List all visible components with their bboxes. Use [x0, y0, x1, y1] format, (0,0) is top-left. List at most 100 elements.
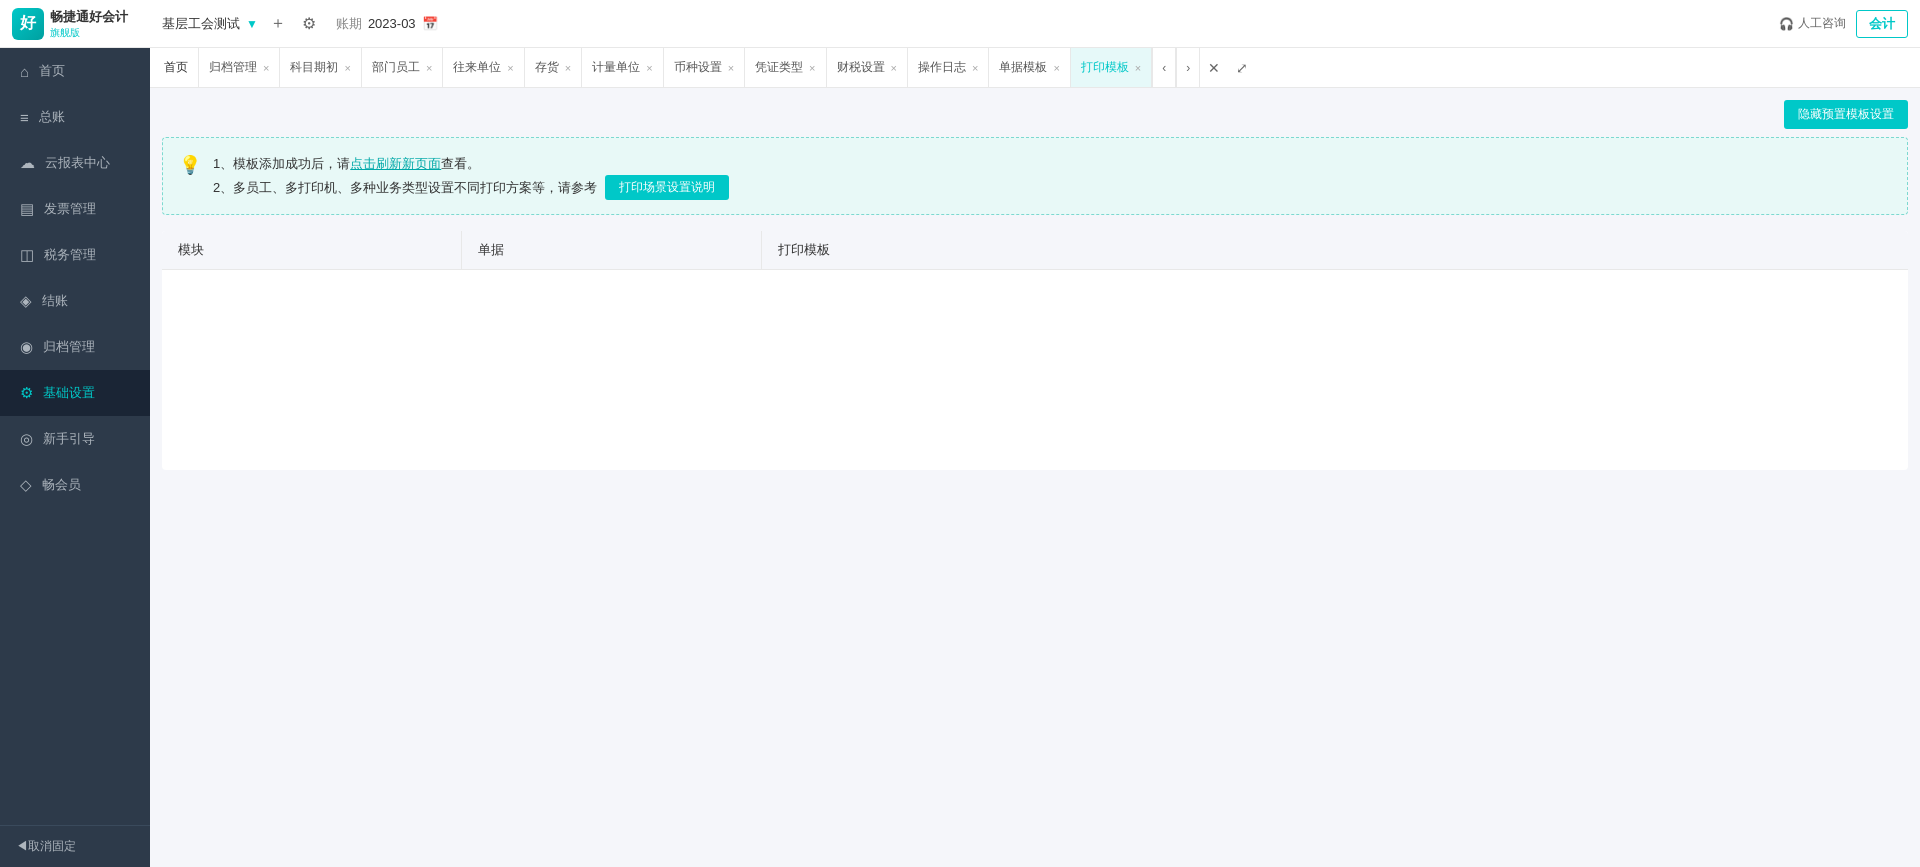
sidebar: ⌂ 首页 ≡ 总账 ☁ 云报表中心 ▤ 发票管理 ◫ 税务管理 ◈ 结账 ◉ 归… [0, 48, 150, 867]
sidebar-label-guide: 新手引导 [43, 430, 95, 448]
refresh-link[interactable]: 点击刷新新页面 [350, 156, 441, 171]
sidebar-label-settlement: 结账 [42, 292, 68, 310]
tab-dept-close[interactable]: × [426, 62, 432, 74]
hide-template-button[interactable]: 隐藏预置模板设置 [1784, 100, 1908, 129]
tab-currency-close[interactable]: × [728, 62, 734, 74]
tab-receipt[interactable]: 单据模板 × [989, 48, 1070, 88]
tab-print[interactable]: 打印模板 × [1071, 48, 1152, 88]
tab-inventory-label: 存货 [535, 59, 559, 76]
tab-print-close[interactable]: × [1135, 62, 1141, 74]
sidebar-item-guide[interactable]: ◎ 新手引导 [0, 416, 150, 462]
period-label: 账期 [336, 15, 362, 33]
tab-oplog[interactable]: 操作日志 × [908, 48, 989, 88]
logo-icon: 好 [12, 8, 44, 40]
info-content: 1、模板添加成功后，请点击刷新新页面查看。 2、多员工、多打印机、多种业务类型设… [213, 152, 729, 200]
guide-icon: ◎ [20, 430, 33, 448]
tab-currency[interactable]: 币种设置 × [664, 48, 745, 88]
tab-tax-setting[interactable]: 财税设置 × [827, 48, 908, 88]
home-icon: ⌂ [20, 63, 29, 80]
table-body [162, 270, 1908, 470]
settings-button[interactable]: ⚙ [298, 10, 320, 37]
tab-inventory[interactable]: 存货 × [525, 48, 582, 88]
tab-voucher[interactable]: 凭证类型 × [745, 48, 826, 88]
sidebar-label-home: 首页 [39, 62, 65, 80]
col-print-template: 打印模板 [762, 231, 1908, 269]
ledger-icon: ≡ [20, 109, 29, 126]
service-button[interactable]: 🎧 人工咨询 [1779, 15, 1846, 32]
tab-voucher-close[interactable]: × [809, 62, 815, 74]
member-icon: ◇ [20, 476, 32, 494]
tab-voucher-label: 凭证类型 [755, 59, 803, 76]
tab-receipt-label: 单据模板 [999, 59, 1047, 76]
tab-oplog-close[interactable]: × [972, 62, 978, 74]
tab-unit-label: 计量单位 [592, 59, 640, 76]
sidebar-item-ledger[interactable]: ≡ 总账 [0, 94, 150, 140]
sidebar-item-invoice[interactable]: ▤ 发票管理 [0, 186, 150, 232]
tab-dept[interactable]: 部门员工 × [362, 48, 443, 88]
cloud-icon: ☁ [20, 154, 35, 172]
info-line1: 1、模板添加成功后，请点击刷新新页面查看。 [213, 152, 729, 175]
company-dropdown-arrow: ▼ [246, 17, 258, 31]
tab-oplog-label: 操作日志 [918, 59, 966, 76]
sidebar-item-home[interactable]: ⌂ 首页 [0, 48, 150, 94]
tab-home[interactable]: 首页 [154, 48, 199, 88]
sidebar-item-basic[interactable]: ⚙ 基础设置 [0, 370, 150, 416]
kuaiji-button[interactable]: 会计 [1856, 10, 1908, 38]
tab-currency-label: 币种设置 [674, 59, 722, 76]
tab-home-label: 首页 [164, 59, 188, 76]
data-table: 模块 单据 打印模板 [162, 231, 1908, 470]
service-label: 人工咨询 [1798, 15, 1846, 32]
app-title: 畅捷通好会计 [50, 8, 128, 26]
logo-area: 好 畅捷通好会计 旗舰版 [12, 8, 162, 40]
logo-text-area: 畅捷通好会计 旗舰版 [50, 8, 128, 40]
headset-icon: 🎧 [1779, 17, 1794, 31]
tab-close-all-button[interactable]: ✕ [1200, 48, 1228, 88]
company-name: 基层工会测试 [162, 15, 240, 33]
invoice-icon: ▤ [20, 200, 34, 218]
tab-subject-close[interactable]: × [344, 62, 350, 74]
tab-archive[interactable]: 归档管理 × [199, 48, 280, 88]
tax-icon: ◫ [20, 246, 34, 264]
explain-button[interactable]: 打印场景设置说明 [605, 175, 729, 200]
tab-prev-button[interactable]: ‹ [1152, 48, 1176, 88]
tab-bar: 首页 归档管理 × 科目期初 × 部门员工 × 往来单位 × 存货 × [150, 48, 1920, 88]
tab-archive-close[interactable]: × [263, 62, 269, 74]
tab-receipt-close[interactable]: × [1053, 62, 1059, 74]
tab-supplier[interactable]: 往来单位 × [443, 48, 524, 88]
sidebar-item-archive[interactable]: ◉ 归档管理 [0, 324, 150, 370]
add-tab-button[interactable]: ＋ [266, 9, 290, 38]
sidebar-item-member[interactable]: ◇ 畅会员 [0, 462, 150, 508]
tab-inventory-close[interactable]: × [565, 62, 571, 74]
sidebar-item-tax[interactable]: ◫ 税务管理 [0, 232, 150, 278]
settlement-icon: ◈ [20, 292, 32, 310]
settings-icon: ⚙ [20, 384, 33, 402]
tab-subject[interactable]: 科目期初 × [280, 48, 361, 88]
sidebar-label-reports: 云报表中心 [45, 154, 110, 172]
calendar-icon[interactable]: 📅 [422, 16, 438, 31]
top-bar-actions: ＋ ⚙ [266, 9, 320, 38]
page-content: 隐藏预置模板设置 💡 1、模板添加成功后，请点击刷新新页面查看。 2、多员工、多… [150, 88, 1920, 867]
table-header: 模块 单据 打印模板 [162, 231, 1908, 270]
company-selector[interactable]: 基层工会测试 ▼ [162, 15, 258, 33]
tab-print-label: 打印模板 [1081, 59, 1129, 76]
sidebar-item-reports[interactable]: ☁ 云报表中心 [0, 140, 150, 186]
sidebar-item-settlement[interactable]: ◈ 结账 [0, 278, 150, 324]
info-line1-suffix: 查看。 [441, 156, 480, 171]
top-bar-right: 🎧 人工咨询 会计 [1779, 10, 1908, 38]
tab-expand-button[interactable]: ⤢ [1228, 48, 1256, 88]
tab-supplier-close[interactable]: × [507, 62, 513, 74]
unpin-button[interactable]: ◀取消固定 [0, 825, 150, 867]
info-box: 💡 1、模板添加成功后，请点击刷新新页面查看。 2、多员工、多打印机、多种业务类… [162, 137, 1908, 215]
period-value: 2023-03 [368, 16, 416, 31]
content-area: 首页 归档管理 × 科目期初 × 部门员工 × 往来单位 × 存货 × [150, 48, 1920, 867]
tab-next-button[interactable]: › [1176, 48, 1200, 88]
tab-unit[interactable]: 计量单位 × [582, 48, 663, 88]
sidebar-label-archive: 归档管理 [43, 338, 95, 356]
tab-unit-close[interactable]: × [646, 62, 652, 74]
sidebar-label-ledger: 总账 [39, 108, 65, 126]
bulb-icon: 💡 [179, 154, 201, 176]
hide-template-btn-area: 隐藏预置模板设置 [162, 100, 1908, 129]
tab-tax-setting-close[interactable]: × [891, 62, 897, 74]
col-module: 模块 [162, 231, 462, 269]
sidebar-label-tax: 税务管理 [44, 246, 96, 264]
